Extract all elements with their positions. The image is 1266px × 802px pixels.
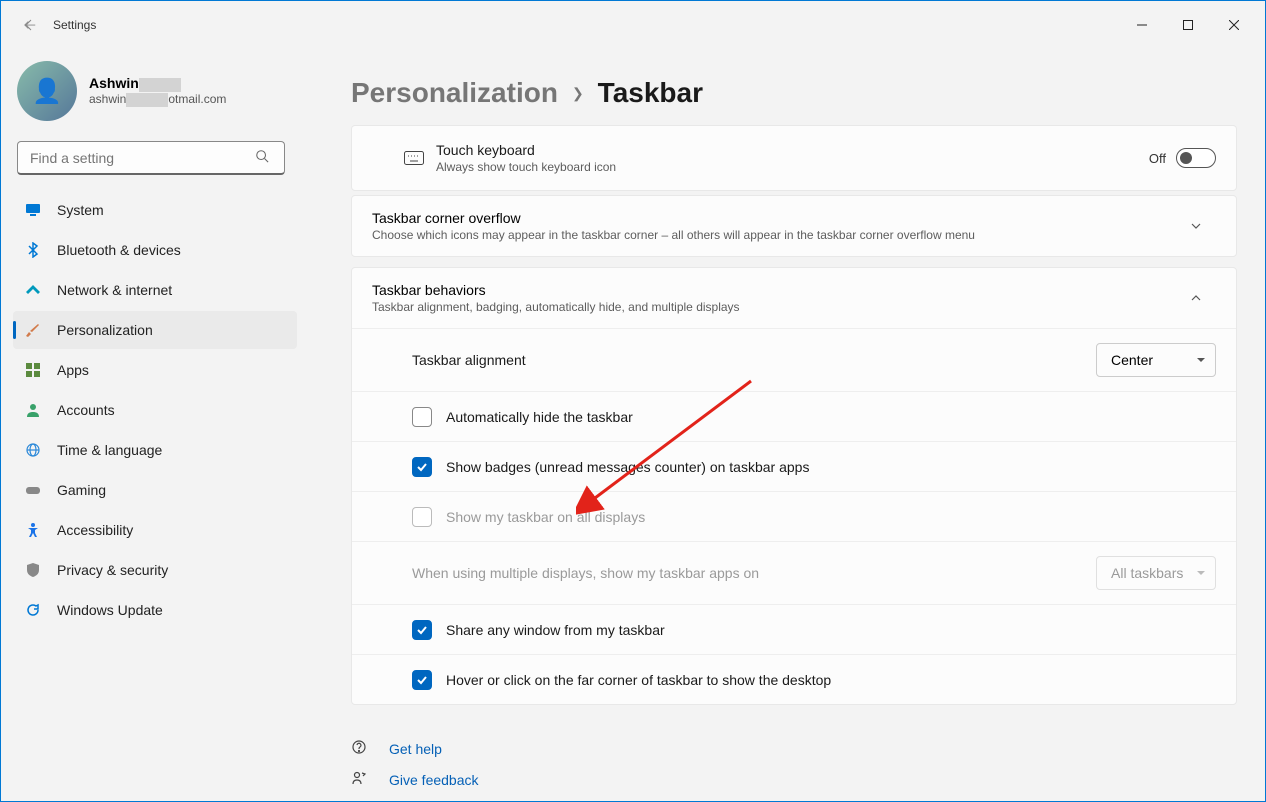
nav-item-windows-update[interactable]: Windows Update xyxy=(13,591,297,629)
touch-keyboard-card: Touch keyboard Always show touch keyboar… xyxy=(351,125,1237,191)
nav-item-personalization[interactable]: Personalization xyxy=(13,311,297,349)
wifi-icon xyxy=(25,282,41,298)
back-button[interactable] xyxy=(9,5,49,45)
overflow-title: Taskbar corner overflow xyxy=(372,210,1176,226)
avatar: 👤 xyxy=(17,61,77,121)
bluetooth-icon xyxy=(25,242,41,258)
apps-icon xyxy=(25,362,41,378)
search-input[interactable] xyxy=(17,141,285,175)
give-feedback-link[interactable]: Give feedback xyxy=(351,764,1237,795)
corner-overflow-card[interactable]: Taskbar corner overflow Choose which ico… xyxy=(351,195,1237,257)
all-displays-row: Show my taskbar on all displays xyxy=(352,491,1236,541)
chevron-right-icon: ❯ xyxy=(572,85,584,102)
update-icon xyxy=(25,602,41,618)
alignment-label: Taskbar alignment xyxy=(412,352,1082,368)
nav-item-privacy-security[interactable]: Privacy & security xyxy=(13,551,297,589)
user-profile[interactable]: 👤 Ashwin ashwinotmail.com xyxy=(17,61,297,121)
multi-apps-dropdown: All taskbars xyxy=(1096,556,1216,590)
minimize-button[interactable] xyxy=(1119,9,1165,41)
alignment-row: Taskbar alignment Center xyxy=(352,328,1236,391)
nav-item-apps[interactable]: Apps xyxy=(13,351,297,389)
brush-icon xyxy=(25,322,41,338)
nav-item-system[interactable]: System xyxy=(13,191,297,229)
nav-item-bluetooth-devices[interactable]: Bluetooth & devices xyxy=(13,231,297,269)
badges-label: Show badges (unread messages counter) on… xyxy=(446,459,1216,475)
close-button[interactable] xyxy=(1211,9,1257,41)
multi-displays-apps-row: When using multiple displays, show my ta… xyxy=(352,541,1236,604)
user-name: Ashwin xyxy=(89,75,226,91)
shield-icon xyxy=(25,562,41,578)
nav-item-accounts[interactable]: Accounts xyxy=(13,391,297,429)
maximize-button[interactable] xyxy=(1165,9,1211,41)
user-email: ashwinotmail.com xyxy=(89,92,226,107)
breadcrumb-current: Taskbar xyxy=(598,77,703,109)
help-icon xyxy=(351,739,371,758)
share-window-label: Share any window from my taskbar xyxy=(446,622,1216,638)
badges-row[interactable]: Show badges (unread messages counter) on… xyxy=(352,441,1236,491)
window-title: Settings xyxy=(53,18,96,32)
nav-item-time-language[interactable]: Time & language xyxy=(13,431,297,469)
alignment-dropdown[interactable]: Center xyxy=(1096,343,1216,377)
badges-checkbox[interactable] xyxy=(412,457,432,477)
taskbar-behaviors-card: Taskbar behaviors Taskbar alignment, bad… xyxy=(351,267,1237,705)
hover-corner-checkbox[interactable] xyxy=(412,670,432,690)
hover-corner-row[interactable]: Hover or click on the far corner of task… xyxy=(352,654,1236,704)
person-icon xyxy=(25,402,41,418)
nav-item-gaming[interactable]: Gaming xyxy=(13,471,297,509)
monitor-icon xyxy=(25,202,41,218)
touch-keyboard-toggle[interactable] xyxy=(1176,148,1216,168)
search-box[interactable] xyxy=(17,141,293,175)
keyboard-icon xyxy=(392,151,436,165)
all-displays-label: Show my taskbar on all displays xyxy=(446,509,1216,525)
get-help-link[interactable]: Get help xyxy=(351,733,1237,764)
behaviors-title: Taskbar behaviors xyxy=(372,282,1176,298)
touch-keyboard-sub: Always show touch keyboard icon xyxy=(436,160,1149,174)
auto-hide-label: Automatically hide the taskbar xyxy=(446,409,1216,425)
touch-keyboard-title: Touch keyboard xyxy=(436,142,1149,158)
game-icon xyxy=(25,482,41,498)
all-displays-checkbox xyxy=(412,507,432,527)
behaviors-header[interactable]: Taskbar behaviors Taskbar alignment, bad… xyxy=(352,268,1236,328)
search-icon xyxy=(255,149,269,168)
breadcrumb: Personalization ❯ Taskbar xyxy=(351,77,1237,109)
nav-item-accessibility[interactable]: Accessibility xyxy=(13,511,297,549)
chevron-up-icon xyxy=(1176,282,1216,314)
toggle-state-label: Off xyxy=(1149,151,1166,166)
share-window-row[interactable]: Share any window from my taskbar xyxy=(352,604,1236,654)
auto-hide-row[interactable]: Automatically hide the taskbar xyxy=(352,391,1236,441)
auto-hide-checkbox[interactable] xyxy=(412,407,432,427)
multi-apps-label: When using multiple displays, show my ta… xyxy=(412,565,1082,581)
globe-icon xyxy=(25,442,41,458)
nav-item-network-internet[interactable]: Network & internet xyxy=(13,271,297,309)
feedback-icon xyxy=(351,770,371,789)
chevron-down-icon xyxy=(1176,210,1216,242)
access-icon xyxy=(25,522,41,538)
share-window-checkbox[interactable] xyxy=(412,620,432,640)
behaviors-sub: Taskbar alignment, badging, automaticall… xyxy=(372,300,1176,314)
overflow-sub: Choose which icons may appear in the tas… xyxy=(372,228,1176,242)
breadcrumb-parent[interactable]: Personalization xyxy=(351,77,558,109)
hover-corner-label: Hover or click on the far corner of task… xyxy=(446,672,1216,688)
